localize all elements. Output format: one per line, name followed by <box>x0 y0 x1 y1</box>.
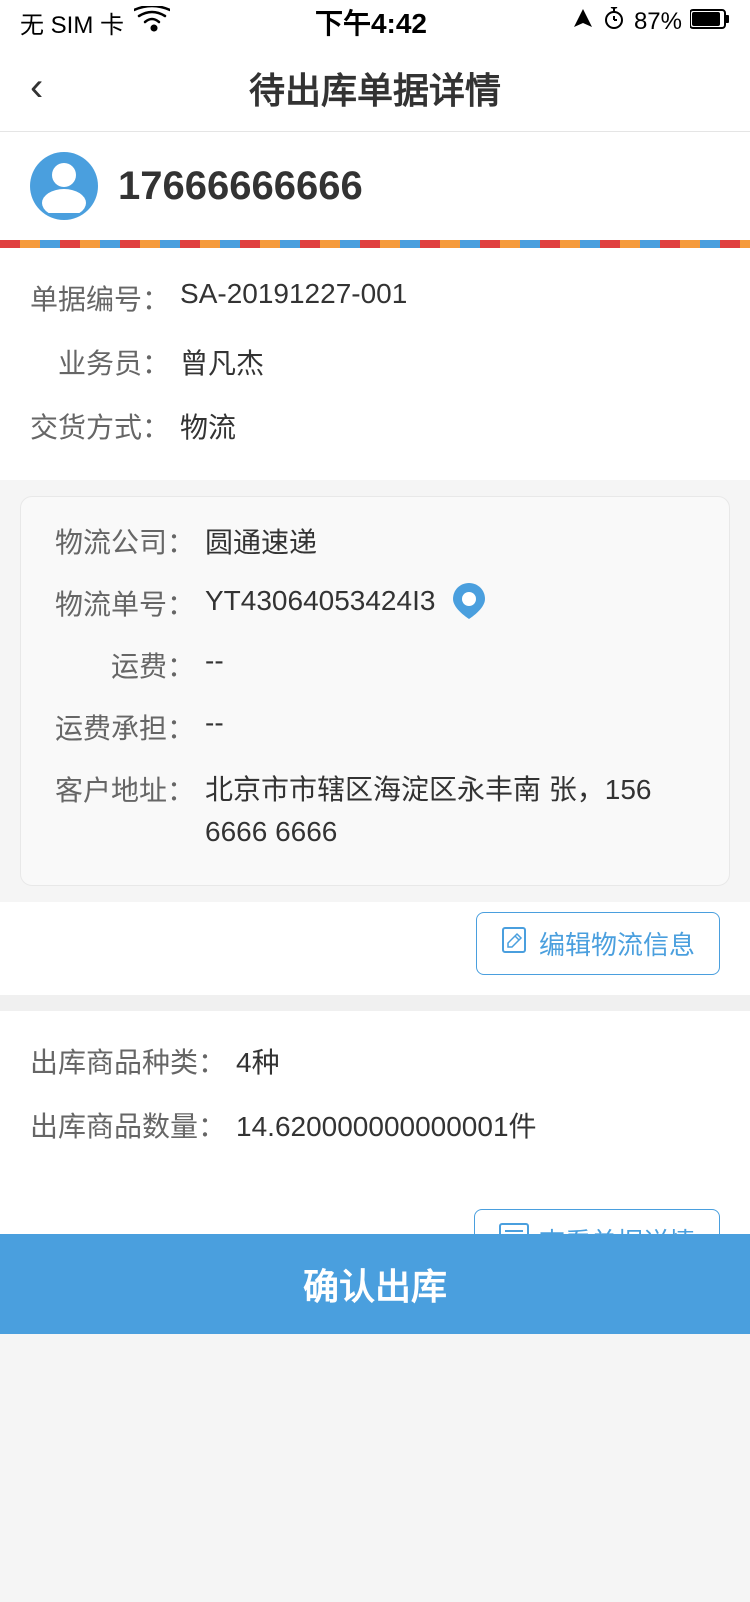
alarm-icon <box>602 7 626 38</box>
freight-label: 运费： <box>45 645 195 685</box>
logistics-company-row: 物流公司： 圆通速递 <box>45 521 705 561</box>
logistics-company-label: 物流公司： <box>45 521 195 561</box>
carrier-label: 无 SIM 卡 <box>20 5 124 40</box>
nav-bar: ‹ 待出库单据详情 <box>0 44 750 132</box>
product-section: 出库商品种类： 4种 出库商品数量： 14.620000000000001件 <box>0 1011 750 1199</box>
product-type-value: 4种 <box>236 1041 280 1081</box>
address-row: 客户地址： 北京市市辖区海淀区永丰南 张，156 6666 6666 <box>45 769 705 853</box>
edit-logistics-label: 编辑物流信息 <box>539 925 695 962</box>
customer-section: 17666666666 <box>0 132 750 240</box>
delivery-value: 物流 <box>180 406 720 446</box>
status-bar: 无 SIM 卡 下午4:42 87% <box>0 0 750 44</box>
delivery-row: 交货方式： 物流 <box>30 406 720 446</box>
tracking-no-value: YT43064053424I3 <box>205 583 705 619</box>
address-value: 北京市市辖区海淀区永丰南 张，156 6666 6666 <box>205 769 705 853</box>
delivery-label: 交货方式： <box>30 406 170 446</box>
customer-phone: 17666666666 <box>118 164 363 209</box>
salesman-row: 业务员： 曾凡杰 <box>30 342 720 382</box>
freight-bearer-row: 运费承担： -- <box>45 707 705 747</box>
order-no-value: SA-20191227-001 <box>180 278 720 310</box>
edit-logistics-button[interactable]: 编辑物流信息 <box>476 912 720 975</box>
logistics-card: 物流公司： 圆通速递 物流单号： YT43064053424I3 运费： -- … <box>20 496 730 886</box>
battery-icon <box>690 8 730 37</box>
product-quantity-value: 14.620000000000001件 <box>236 1105 537 1145</box>
dashed-divider <box>0 240 750 248</box>
section-divider <box>0 995 750 1011</box>
confirm-bar[interactable]: 确认出库 <box>0 1234 750 1334</box>
status-left: 无 SIM 卡 <box>20 5 170 40</box>
status-right: 87% <box>572 7 730 38</box>
address-label: 客户地址： <box>45 769 195 809</box>
order-no-label: 单据编号： <box>30 278 170 318</box>
product-type-label: 出库商品种类： <box>30 1041 226 1081</box>
freight-bearer-value: -- <box>205 707 705 739</box>
salesman-label: 业务员： <box>30 342 170 382</box>
freight-value: -- <box>205 645 705 677</box>
tracking-no-label: 物流单号： <box>45 583 195 623</box>
page-title: 待出库单据详情 <box>249 62 501 114</box>
location-status-icon <box>572 7 594 38</box>
confirm-button-label: 确认出库 <box>303 1258 447 1310</box>
order-info-section: 单据编号： SA-20191227-001 业务员： 曾凡杰 交货方式： 物流 <box>0 248 750 480</box>
tracking-no-row: 物流单号： YT43064053424I3 <box>45 583 705 623</box>
freight-bearer-label: 运费承担： <box>45 707 195 747</box>
avatar <box>30 152 98 220</box>
edit-icon <box>501 926 529 961</box>
status-time: 下午4:42 <box>315 2 427 42</box>
location-pin-icon[interactable] <box>451 583 487 619</box>
logistics-company-value: 圆通速递 <box>205 521 705 561</box>
wifi-icon <box>134 6 170 38</box>
order-no-row: 单据编号： SA-20191227-001 <box>30 278 720 318</box>
salesman-value: 曾凡杰 <box>180 342 720 382</box>
edit-logistics-section: 编辑物流信息 <box>0 902 750 995</box>
product-quantity-label: 出库商品数量： <box>30 1105 226 1145</box>
product-quantity-row: 出库商品数量： 14.620000000000001件 <box>30 1105 720 1145</box>
product-type-row: 出库商品种类： 4种 <box>30 1041 720 1081</box>
freight-row: 运费： -- <box>45 645 705 685</box>
back-button[interactable]: ‹ <box>30 65 43 110</box>
battery-label: 87% <box>634 8 682 36</box>
